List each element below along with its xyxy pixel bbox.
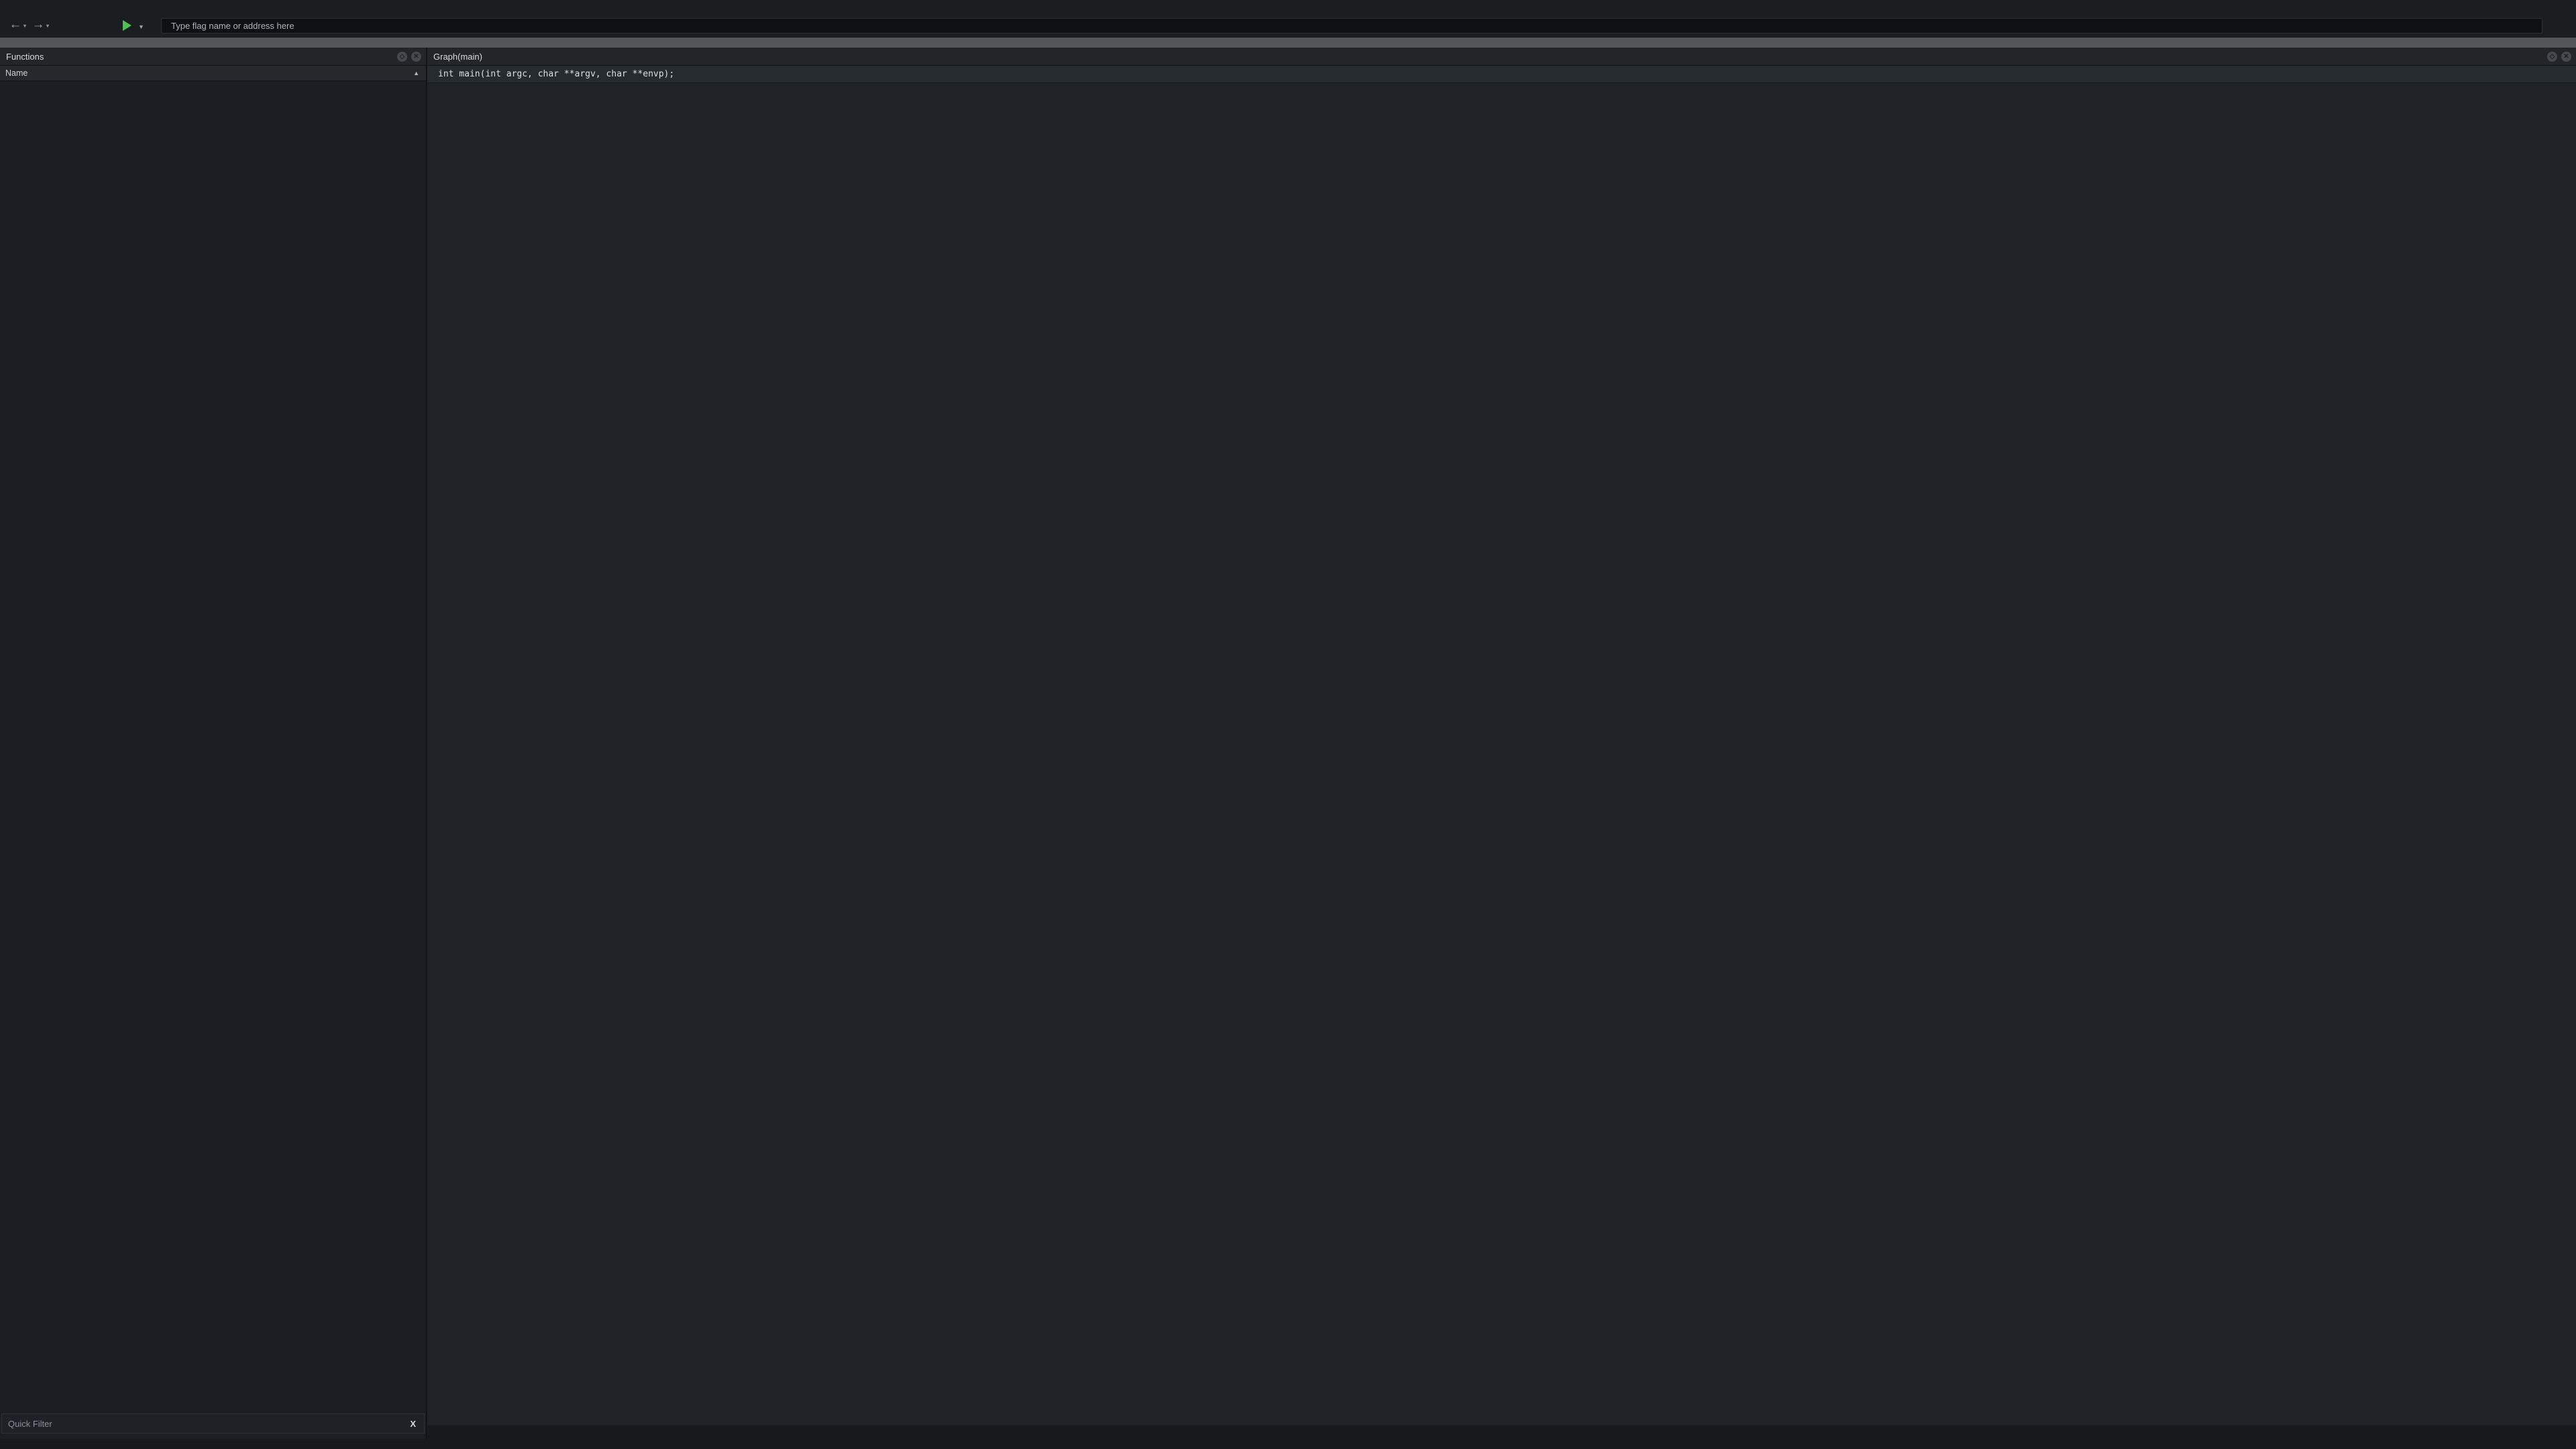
graph-viewport[interactable]: [427, 84, 2576, 1426]
sort-ascending-icon[interactable]: ▲: [413, 70, 426, 76]
toolbar: ← ▾ → ▾ ▼: [0, 15, 2576, 37]
panel-close-icon[interactable]: ✕: [411, 51, 421, 62]
cutter-window: ←▾ →▾ ▼ Functions ◇ ✕ Name ▲ Quick Filte…: [0, 0, 2576, 1449]
debug-start-icon[interactable]: [123, 20, 131, 31]
graph-panel-title: Graph(main) ◇ ✕: [427, 48, 2576, 66]
functions-panel: Functions ◇ ✕ Name ▲ Quick Filter X: [0, 48, 427, 1439]
function-signature: int main(int argc, char **argv, char **e…: [427, 66, 2576, 83]
functions-panel-title: Functions ◇ ✕: [0, 48, 426, 66]
quick-filter-clear-button[interactable]: X: [410, 1419, 424, 1429]
seek-bar[interactable]: [0, 38, 2576, 48]
quick-filter-input[interactable]: Quick Filter X: [1, 1413, 425, 1434]
back-button[interactable]: ← ▾: [7, 17, 27, 32]
graph-panel: Graph(main) ◇ ✕ int main(int argc, char …: [427, 48, 2576, 1426]
panel-close-icon[interactable]: ✕: [2561, 51, 2571, 62]
functions-column-header[interactable]: Name ▲: [0, 66, 426, 81]
functions-list: [0, 82, 426, 1407]
panel-float-icon[interactable]: ◇: [397, 51, 407, 62]
omnibar-input[interactable]: [161, 18, 2542, 34]
debug-dropdown-icon[interactable]: ▼: [138, 23, 144, 30]
graph-edges: [427, 84, 2576, 1426]
bottom-tab-bar: [427, 1426, 2576, 1449]
forward-button[interactable]: → ▾: [30, 17, 50, 32]
panel-float-icon[interactable]: ◇: [2547, 51, 2557, 62]
menu-bar: [0, 0, 2576, 15]
